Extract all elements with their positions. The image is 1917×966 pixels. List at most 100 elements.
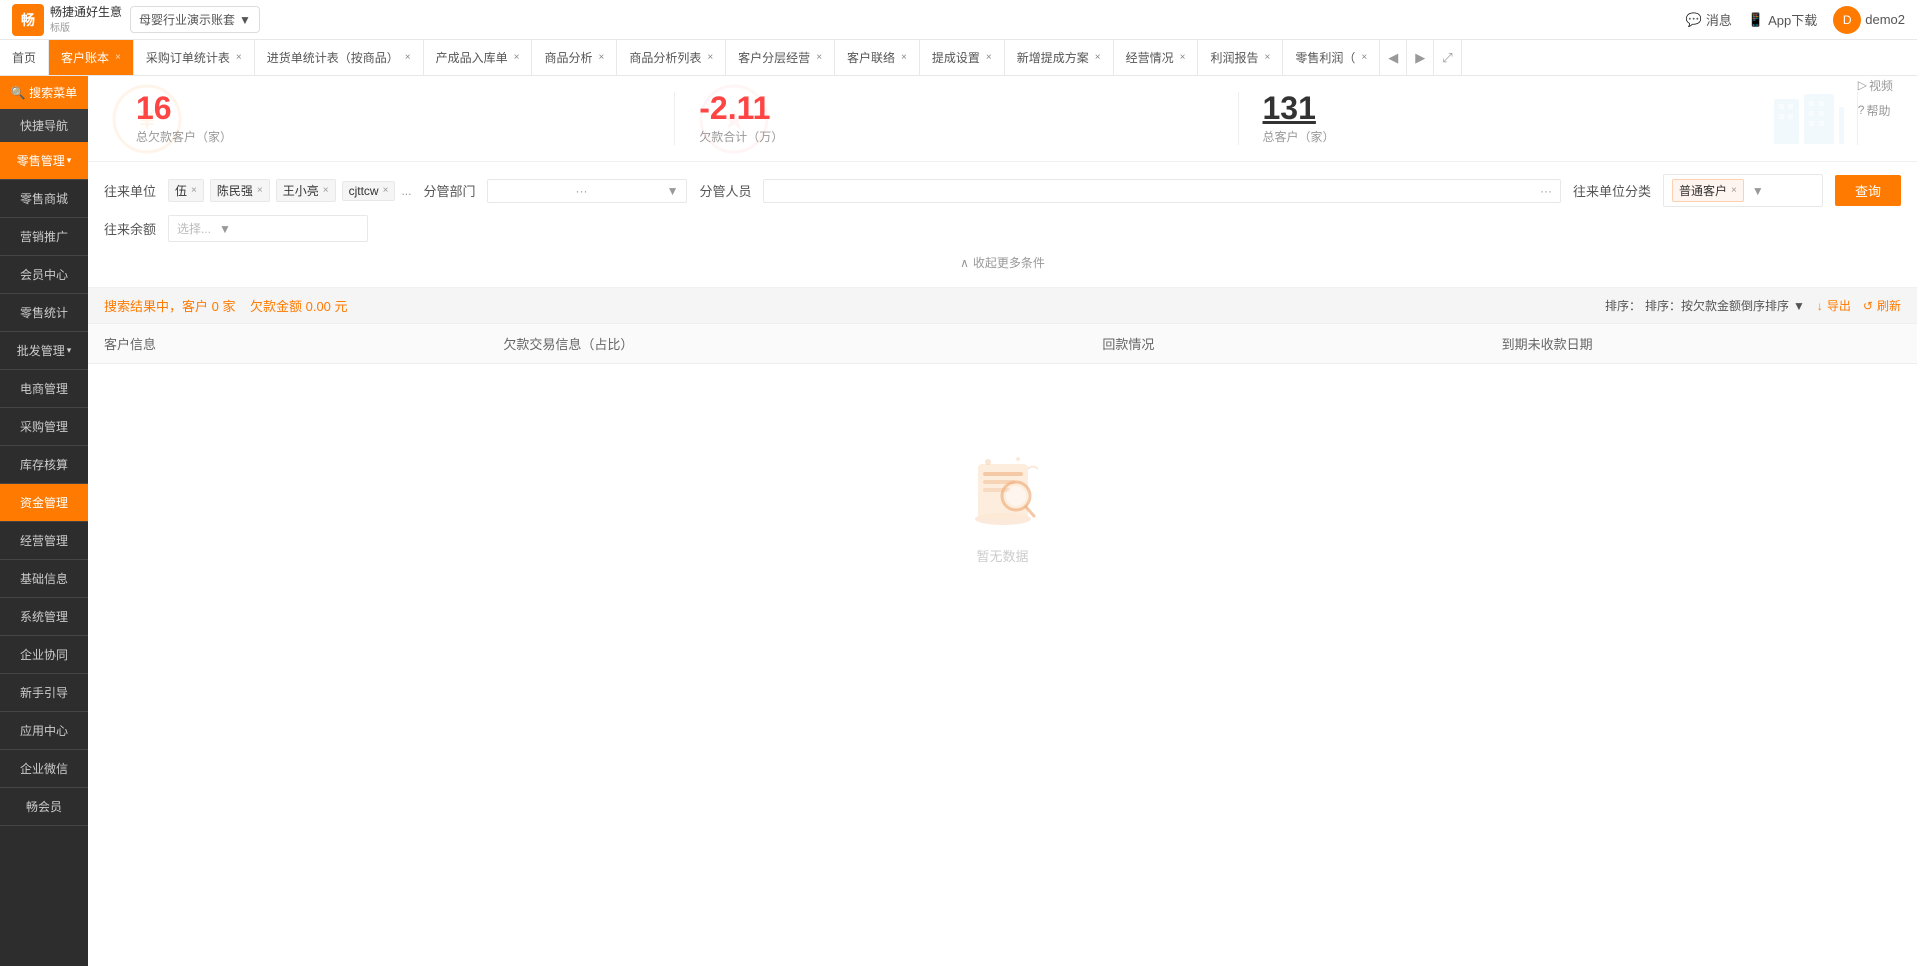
tab-customer-tier[interactable]: 客户分层经营 × [726,40,835,76]
tab-purchase-order[interactable]: 采购订单统计表 × [134,40,255,76]
sidebar-item-marketing-label: 营销推广 [20,230,68,244]
tab-customer-tier-close[interactable]: × [816,52,822,63]
sidebar-item-retail-stats[interactable]: 零售统计 [0,294,88,332]
tab-customer-contact[interactable]: 客户联络 × [835,40,920,76]
tab-retail-profit-label: 零售利润（ [1295,49,1355,66]
tab-cost-in[interactable]: 产成品入库单 × [424,40,533,76]
tab-new-raise-plan-label: 新增提成方案 [1017,49,1089,66]
sidebar-item-retail-mall[interactable]: 零售商城 [0,180,88,218]
sidebar-item-operation-mgmt[interactable]: 经营管理 [0,522,88,560]
sort-select[interactable]: 排序： 排序：按欠款金额倒序排序 ▼ [1605,297,1805,314]
sidebar-item-enterprise-collab-label: 企业协同 [20,648,68,662]
export-button[interactable]: ↓ 导出 [1817,297,1851,314]
refresh-button[interactable]: ↺ 刷新 [1863,297,1901,314]
sidebar-item-marketing[interactable]: 营销推广 [0,218,88,256]
results-prefix: 搜索结果中，客户 [104,299,208,314]
tab-goods-analysis-list-close[interactable]: × [707,52,713,63]
tab-home-label: 首页 [12,49,36,66]
table-area: 客户信息 欠款交易信息（占比） 回款情况 到期未收款日期 [88,324,1917,966]
tab-cost-in-label: 产成品入库单 [436,49,508,66]
dept-select-dots: ··· [576,184,588,198]
tab-next-button[interactable]: ▶ [1407,40,1434,76]
collapse-filters-button[interactable]: ∧ 收起更多条件 [104,250,1901,275]
table-header: 客户信息 欠款交易信息（占比） 回款情况 到期未收款日期 [88,324,1917,364]
person-select[interactable]: ··· [763,179,1560,203]
tab-retail-profit-close[interactable]: × [1361,52,1367,63]
unit-tag-2-remove[interactable]: × [257,185,263,196]
tab-raise-settings-close[interactable]: × [986,52,992,63]
tab-goods-analysis-list[interactable]: 商品分析列表 × [617,40,726,76]
tab-customer-contact-close[interactable]: × [901,52,907,63]
tab-prev-button[interactable]: ◀ [1380,40,1407,76]
sidebar-item-basic-info[interactable]: 基础信息 [0,560,88,598]
tab-purchase-stat-close[interactable]: × [405,52,411,63]
dept-select[interactable]: ··· ▼ [487,179,687,203]
tab-purchase-stat[interactable]: 进货单统计表（按商品） × [255,40,424,76]
more-tags-button[interactable]: ... [401,184,411,198]
tab-customer-ledger-close[interactable]: × [115,52,121,63]
tab-profit-report-close[interactable]: × [1264,52,1270,63]
tab-profit-report[interactable]: 利润报告 × [1198,40,1283,76]
sidebar-item-membership[interactable]: 会员中心 [0,256,88,294]
message-button[interactable]: 💬 消息 [1686,10,1732,29]
sidebar-item-finance-mgmt[interactable]: 资金管理 [0,484,88,522]
collapse-label: 收起更多条件 [973,254,1045,271]
star-bg-icon: ★ [699,84,769,154]
query-button[interactable]: 查询 [1835,175,1901,206]
chevron-icon-wholesale: ▾ [67,345,72,356]
sidebar-item-new-guide[interactable]: 新手引导 [0,674,88,712]
user-menu[interactable]: D demo2 [1833,6,1905,34]
tab-operation-status-label: 经营情况 [1126,49,1174,66]
username: demo2 [1865,12,1905,27]
tab-retail-profit[interactable]: 零售利润（ × [1283,40,1380,76]
main-layout: 🔍 搜索菜单 快捷导航 零售管理 ▾ 零售商城 营销推广 会员中心 零售统计 批… [0,76,1917,966]
category-tag-1-remove[interactable]: × [1731,185,1737,196]
chevron-icon: ▾ [67,155,72,166]
tab-cost-in-close[interactable]: × [514,52,520,63]
tab-goods-analysis[interactable]: 商品分析 × [532,40,617,76]
video-help-button[interactable]: ▷ 视频 [1858,77,1893,94]
tab-operation-status-close[interactable]: × [1180,52,1186,63]
svg-text:¥: ¥ [138,104,155,135]
unit-tag-4-remove[interactable]: × [383,185,389,196]
sidebar-search[interactable]: 🔍 搜索菜单 [0,76,88,109]
sidebar-item-system-mgmt[interactable]: 系统管理 [0,598,88,636]
tab-purchase-order-close[interactable]: × [236,52,242,63]
help-button[interactable]: ? 帮助 [1858,102,1891,119]
tab-goods-analysis-close[interactable]: × [598,52,604,63]
sidebar-item-enterprise-collab[interactable]: 企业协同 [0,636,88,674]
remain-select[interactable]: 选择... ▼ [168,215,368,242]
tab-expand-button[interactable]: ⤢ [1434,40,1461,76]
sidebar-item-retail-mgmt[interactable]: 零售管理 ▾ [0,142,88,180]
sidebar-item-inventory[interactable]: 库存核算 [0,446,88,484]
sidebar-item-purchase-mgmt-label: 采购管理 [20,420,68,434]
remain-select-value: 选择... [177,220,211,237]
person-select-dots: ··· [1540,184,1552,198]
app-download-button[interactable]: 📱 App下载 [1748,10,1817,29]
unit-tag-3-remove[interactable]: × [323,185,329,196]
tab-goods-analysis-label: 商品分析 [544,49,592,66]
sidebar-item-enterprise-wx[interactable]: 企业微信 [0,750,88,788]
sort-arrow-icon: ▼ [1793,299,1805,313]
top-bar-left: 畅 畅捷通好生意 标版 母婴行业演示账套 ▼ [12,4,260,36]
category-select[interactable]: 普通客户 × ▼ [1663,174,1823,207]
results-actions: 排序： 排序：按欠款金额倒序排序 ▼ ↓ 导出 ↺ 刷新 [1605,297,1901,314]
tab-operation-status[interactable]: 经营情况 × [1114,40,1199,76]
sidebar-item-system-mgmt-label: 系统管理 [20,610,68,624]
sidebar-item-purchase-mgmt[interactable]: 采购管理 [0,408,88,446]
avatar: D [1833,6,1861,34]
tab-new-raise-plan[interactable]: 新增提成方案 × [1005,40,1114,76]
store-selector[interactable]: 母婴行业演示账套 ▼ [130,6,260,33]
tab-new-raise-plan-close[interactable]: × [1095,52,1101,63]
tab-customer-ledger[interactable]: 客户账本 × [49,40,134,76]
sidebar-item-vip-member[interactable]: 畅会员 [0,788,88,826]
sidebar-item-ecommerce[interactable]: 电商管理 [0,370,88,408]
tab-home[interactable]: 首页 [0,40,49,76]
unit-tag-1-remove[interactable]: × [191,185,197,196]
filter-area: 往来单位 伍 × 陈民强 × 王小亮 × cjttcw [88,162,1917,288]
sidebar-item-app-center[interactable]: 应用中心 [0,712,88,750]
tab-customer-contact-label: 客户联络 [847,49,895,66]
sidebar-item-wholesale-mgmt[interactable]: 批发管理 ▾ [0,332,88,370]
sidebar-quick-nav[interactable]: 快捷导航 [0,109,88,142]
tab-raise-settings[interactable]: 提成设置 × [920,40,1005,76]
